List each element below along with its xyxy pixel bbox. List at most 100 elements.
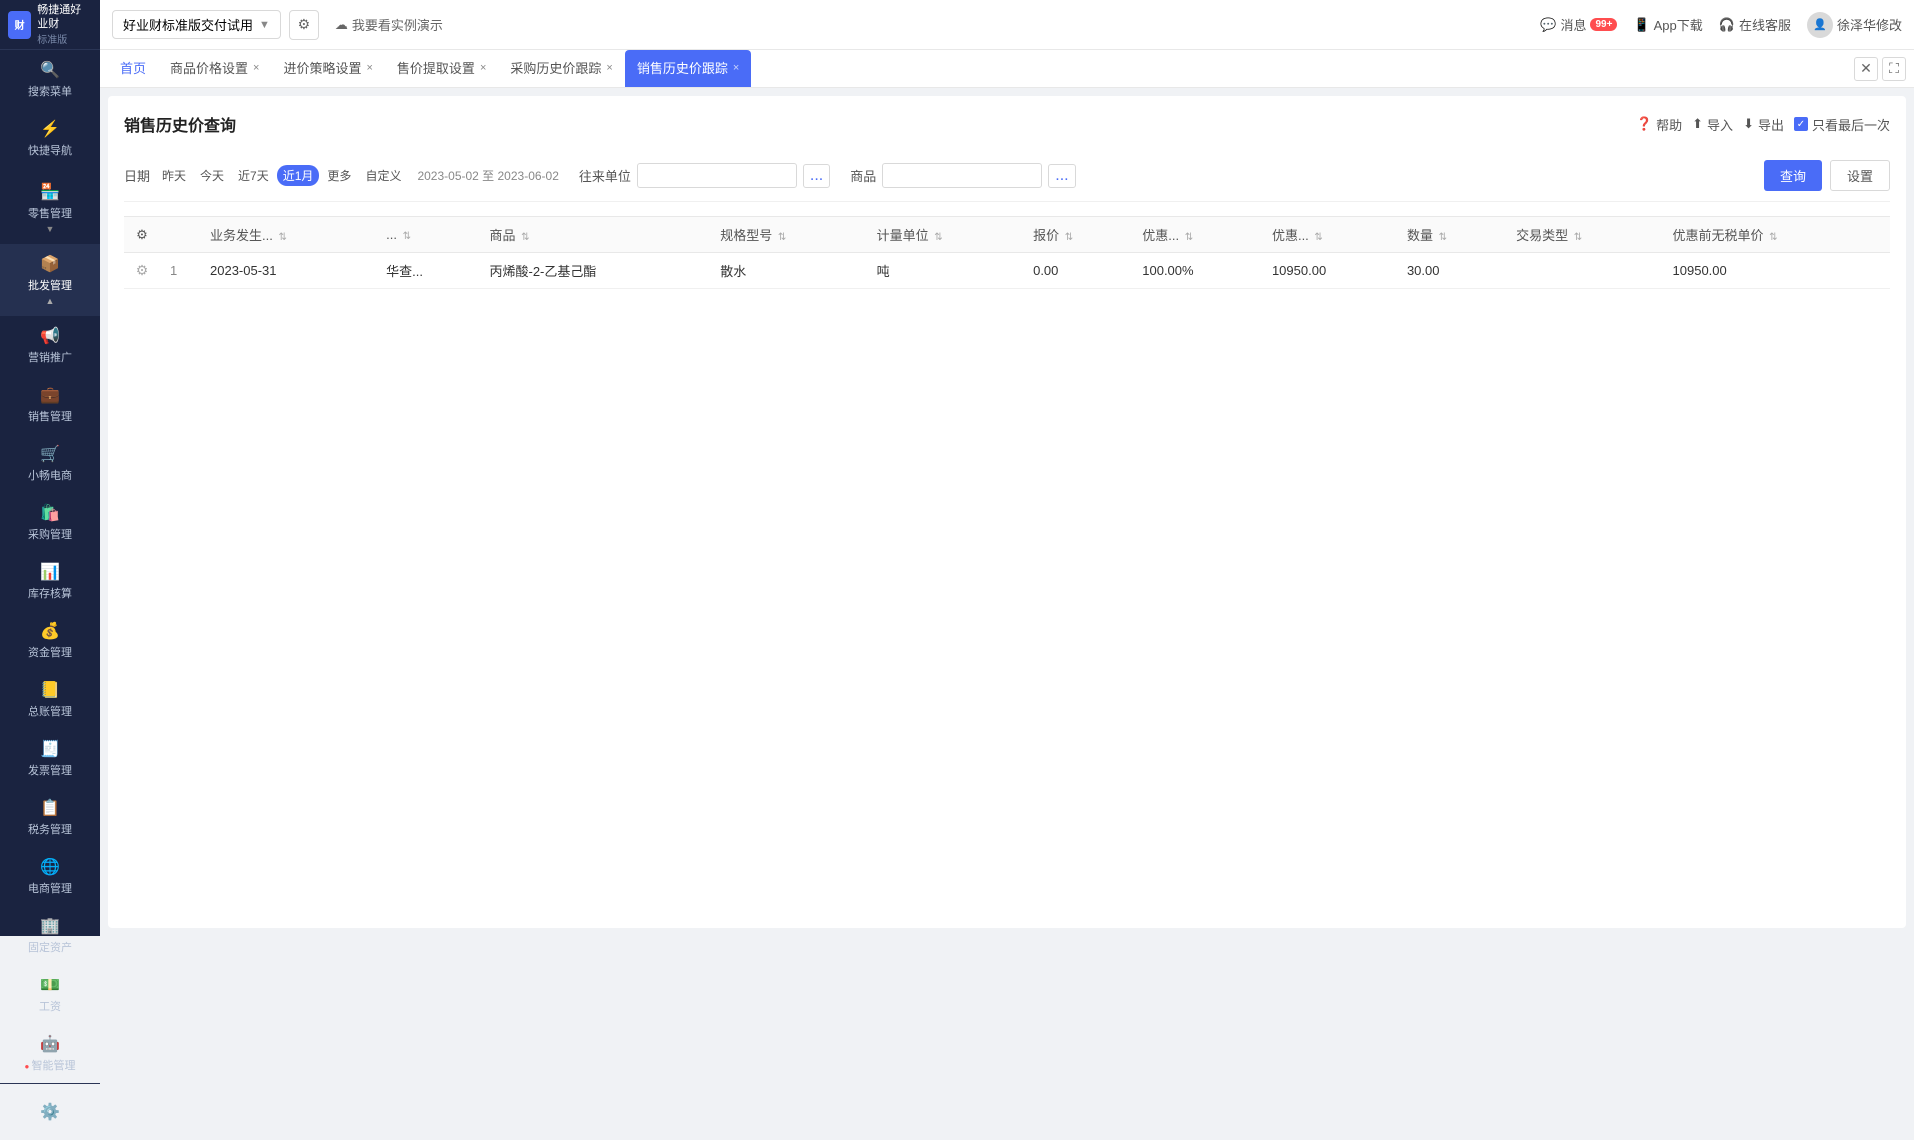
date-opt-more[interactable]: 更多: [321, 165, 357, 186]
user-profile[interactable]: 👤 徐泽华修改: [1807, 12, 1902, 38]
sidebar-item-tax[interactable]: 📋 税务管理: [0, 788, 100, 847]
tab-home-label: 首页: [120, 58, 146, 77]
sidebar-item-tax-label: 税务管理: [28, 821, 72, 837]
from-unit-dots[interactable]: ...: [803, 164, 830, 188]
sidebar-item-ledger[interactable]: 📒 总账管理: [0, 670, 100, 729]
date-filter-label: 日期: [124, 166, 150, 185]
topbar-settings-button[interactable]: ⚙: [289, 10, 319, 40]
col-header-spec[interactable]: 规格型号 ⇅: [710, 217, 866, 253]
topbar-right: 💬 消息 99+ 📱 App下载 🎧 在线客服 👤 徐泽华修改: [1540, 12, 1902, 38]
tab-purchase-strategy-close[interactable]: ×: [366, 62, 372, 74]
sidebar-item-marketing[interactable]: 📢 营销推广: [0, 316, 100, 375]
export-button[interactable]: ⬇ 导出: [1743, 115, 1784, 134]
inventory-icon: 📊: [40, 562, 60, 582]
from-unit-filter-group: 往来单位 ...: [579, 163, 830, 188]
sidebar-item-ecommerce[interactable]: 🌐 电商管理: [0, 847, 100, 906]
app-icon: 📱: [1633, 17, 1649, 33]
sidebar-item-quicknav[interactable]: ⚡ 快捷导航: [0, 109, 100, 168]
col-header-biz-date[interactable]: 业务发生... ⇅: [200, 217, 376, 253]
product-dots[interactable]: ...: [1048, 164, 1075, 188]
query-button[interactable]: 查询: [1764, 160, 1822, 191]
sidebar-item-wholesale[interactable]: 📦 批发管理 ▲: [0, 244, 100, 316]
import-button[interactable]: ⬆ 导入: [1692, 115, 1733, 134]
sidebar-item-sales[interactable]: 💼 销售管理: [0, 375, 100, 434]
tab-price-settings[interactable]: 商品价格设置 ×: [158, 50, 271, 88]
only-last-checkbox[interactable]: ✓: [1794, 117, 1808, 131]
price-label: 报价: [1033, 228, 1059, 243]
tab-price-extract-close[interactable]: ×: [480, 62, 486, 74]
retail-expand-icon: ▼: [46, 224, 55, 234]
col-header-trans-type[interactable]: 交易类型 ⇅: [1506, 217, 1662, 253]
only-last-text: 只看最后一次: [1812, 115, 1890, 134]
col-header-qty[interactable]: 数量 ⇅: [1397, 217, 1506, 253]
col-header-unit[interactable]: 计量单位 ⇅: [867, 217, 1023, 253]
product-input[interactable]: [882, 163, 1042, 188]
col-header-product[interactable]: 商品 ⇅: [479, 217, 710, 253]
sidebar-item-search[interactable]: 🔍 搜索菜单: [0, 50, 100, 109]
main-area: 好业财标准版交付试用 ▼ ⚙ ☁ 我要看实例演示 💬 消息 99+ 📱 App下…: [100, 0, 1914, 936]
sidebar-item-invoice[interactable]: 🧾 发票管理: [0, 729, 100, 788]
from-unit-input[interactable]: [637, 163, 797, 188]
sidebar-item-inventory[interactable]: 📊 库存核算: [0, 552, 100, 611]
spec-sort-icon: ⇅: [778, 232, 786, 243]
sidebar-item-marketing-label: 营销推广: [28, 349, 72, 365]
col-header-more[interactable]: ... ⇅: [376, 217, 479, 253]
tab-expand-button[interactable]: ⛶: [1882, 57, 1906, 81]
app-download-button[interactable]: 📱 App下载: [1633, 15, 1702, 34]
message-button[interactable]: 💬 消息 99+: [1540, 15, 1617, 34]
sidebar-item-payroll[interactable]: 💵 工资: [0, 965, 100, 1024]
row-biz-date-cell: 2023-05-31: [200, 253, 376, 289]
export-icon: ⬇: [1743, 116, 1754, 132]
col-header-pre-tax-price[interactable]: 优惠前无税单价 ⇅: [1663, 217, 1890, 253]
product-col-label: 商品: [489, 228, 515, 243]
tab-purchase-history[interactable]: 采购历史价跟踪 ×: [498, 50, 624, 88]
col-header-price[interactable]: 报价 ⇅: [1023, 217, 1132, 253]
tab-purchase-strategy[interactable]: 进价策略设置 ×: [271, 50, 384, 88]
tab-price-extract[interactable]: 售价提取设置 ×: [385, 50, 498, 88]
date-opt-today[interactable]: 今天: [194, 165, 230, 186]
date-opt-last7[interactable]: 近7天: [232, 165, 275, 186]
col-header-discount1[interactable]: 优惠... ⇅: [1132, 217, 1262, 253]
tabs-bar: 首页 商品价格设置 × 进价策略设置 × 售价提取设置 × 采购历史价跟踪 × …: [100, 50, 1914, 88]
row-spec-cell: 散水: [710, 253, 866, 289]
pre-tax-price-sort-icon: ⇅: [1769, 232, 1777, 243]
tab-home[interactable]: 首页: [108, 50, 158, 88]
sidebar-item-ecommerce-small[interactable]: 🛒 小畅电商: [0, 434, 100, 493]
pre-tax-price-label: 优惠前无税单价: [1673, 228, 1764, 243]
sidebar-item-smart[interactable]: 🤖 智能管理: [0, 1024, 100, 1083]
sidebar-item-sales-label: 销售管理: [28, 408, 72, 424]
filter-settings-button[interactable]: 设置: [1830, 160, 1890, 191]
sidebar-item-retail[interactable]: 🏪 零售管理 ▼: [0, 172, 100, 244]
smart-icon: 🤖: [40, 1034, 60, 1054]
page-header: 销售历史价查询 ❓ 帮助 ⬆ 导入 ⬇ 导出 ✓ 只看最后一次: [124, 112, 1890, 136]
from-unit-label: 往来单位: [579, 166, 631, 185]
page-title: 销售历史价查询: [124, 112, 236, 136]
only-last-checkbox-label[interactable]: ✓ 只看最后一次: [1794, 115, 1890, 134]
tab-sales-history-close[interactable]: ×: [733, 62, 739, 74]
tab-purchase-history-close[interactable]: ×: [606, 62, 612, 74]
sidebar-item-finance[interactable]: 💰 资金管理: [0, 611, 100, 670]
date-opt-yesterday[interactable]: 昨天: [156, 165, 192, 186]
gear-header-icon[interactable]: ⚙: [136, 227, 148, 242]
topbar: 好业财标准版交付试用 ▼ ⚙ ☁ 我要看实例演示 💬 消息 99+ 📱 App下…: [100, 0, 1914, 50]
demo-text: 我要看实例演示: [352, 15, 443, 34]
col-header-discount2[interactable]: 优惠... ⇅: [1262, 217, 1397, 253]
sidebar-item-assets-label: 固定资产: [28, 939, 72, 955]
edition-selector[interactable]: 好业财标准版交付试用 ▼: [112, 10, 281, 39]
row-gear-icon[interactable]: ⚙: [136, 262, 149, 278]
sidebar-item-ecommerce-label: 电商管理: [28, 880, 72, 896]
assets-icon: 🏢: [40, 916, 60, 936]
tab-price-settings-close[interactable]: ×: [253, 62, 259, 74]
date-opt-last1m[interactable]: 近1月: [277, 165, 320, 186]
app-name: 畅捷通好业财: [37, 3, 92, 32]
tab-sales-history[interactable]: 销售历史价跟踪 ×: [625, 50, 751, 88]
help-button[interactable]: ❓ 帮助: [1636, 115, 1682, 134]
sidebar-item-purchase[interactable]: 🛍️ 采购管理: [0, 493, 100, 552]
demo-link[interactable]: ☁ 我要看实例演示: [335, 15, 443, 34]
service-button[interactable]: 🎧 在线客服: [1719, 15, 1791, 34]
payroll-icon: 💵: [40, 975, 60, 995]
tab-close-button[interactable]: ✕: [1854, 57, 1878, 81]
tab-sales-history-label: 销售历史价跟踪: [637, 58, 728, 77]
date-opt-custom[interactable]: 自定义: [359, 165, 407, 186]
sidebar-item-config[interactable]: ⚙️: [0, 1092, 100, 1132]
